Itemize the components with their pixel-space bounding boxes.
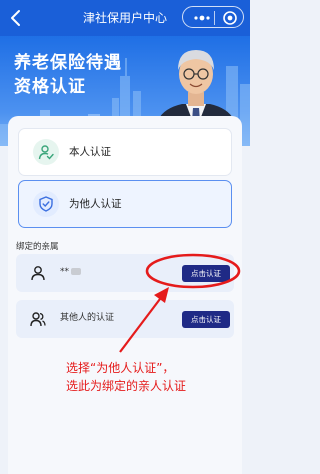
close-mini-program-icon[interactable] <box>222 10 238 26</box>
masked-name-blur <box>71 268 81 275</box>
relative-list-item[interactable]: ** 点击认证 <box>16 254 234 292</box>
bound-relatives-heading: 绑定的亲属 <box>16 242 59 252</box>
certify-other-button[interactable]: 点击认证 <box>182 311 230 328</box>
other-person-list-item[interactable]: 其他人的认证 点击认证 <box>16 300 234 338</box>
other-person-label: 其他人的认证 <box>60 313 115 323</box>
self-certification-label: 本人认证 <box>69 146 111 158</box>
certify-relative-button[interactable]: 点击认证 <box>182 265 230 282</box>
certify-for-others-label: 为他人认证 <box>69 198 122 210</box>
shield-check-icon <box>33 191 59 217</box>
annotation-text-line1: 选择“为他人认证”， <box>66 361 175 375</box>
top-bar: 津社保用户中心 <box>0 0 250 36</box>
person-icon <box>31 266 45 281</box>
person-check-icon <box>33 139 59 165</box>
annotation-text-line2: 选此为绑定的亲人认证 <box>66 379 187 393</box>
people-icon <box>30 312 46 327</box>
capsule-divider <box>214 11 215 25</box>
hero-title-line1: 养老保险待遇 <box>14 53 122 73</box>
self-certification-option[interactable]: 本人认证 <box>18 128 232 176</box>
certification-card: 本人认证 为他人认证 绑定的亲属 ** 点击认证 其他人的认证 点击认证 <box>8 116 242 474</box>
mini-program-capsule <box>182 6 244 28</box>
hero-title-line2: 资格认证 <box>14 77 86 97</box>
certify-for-others-option[interactable]: 为他人认证 <box>18 180 232 228</box>
more-icon[interactable] <box>191 11 213 25</box>
relative-name: ** <box>60 266 81 279</box>
